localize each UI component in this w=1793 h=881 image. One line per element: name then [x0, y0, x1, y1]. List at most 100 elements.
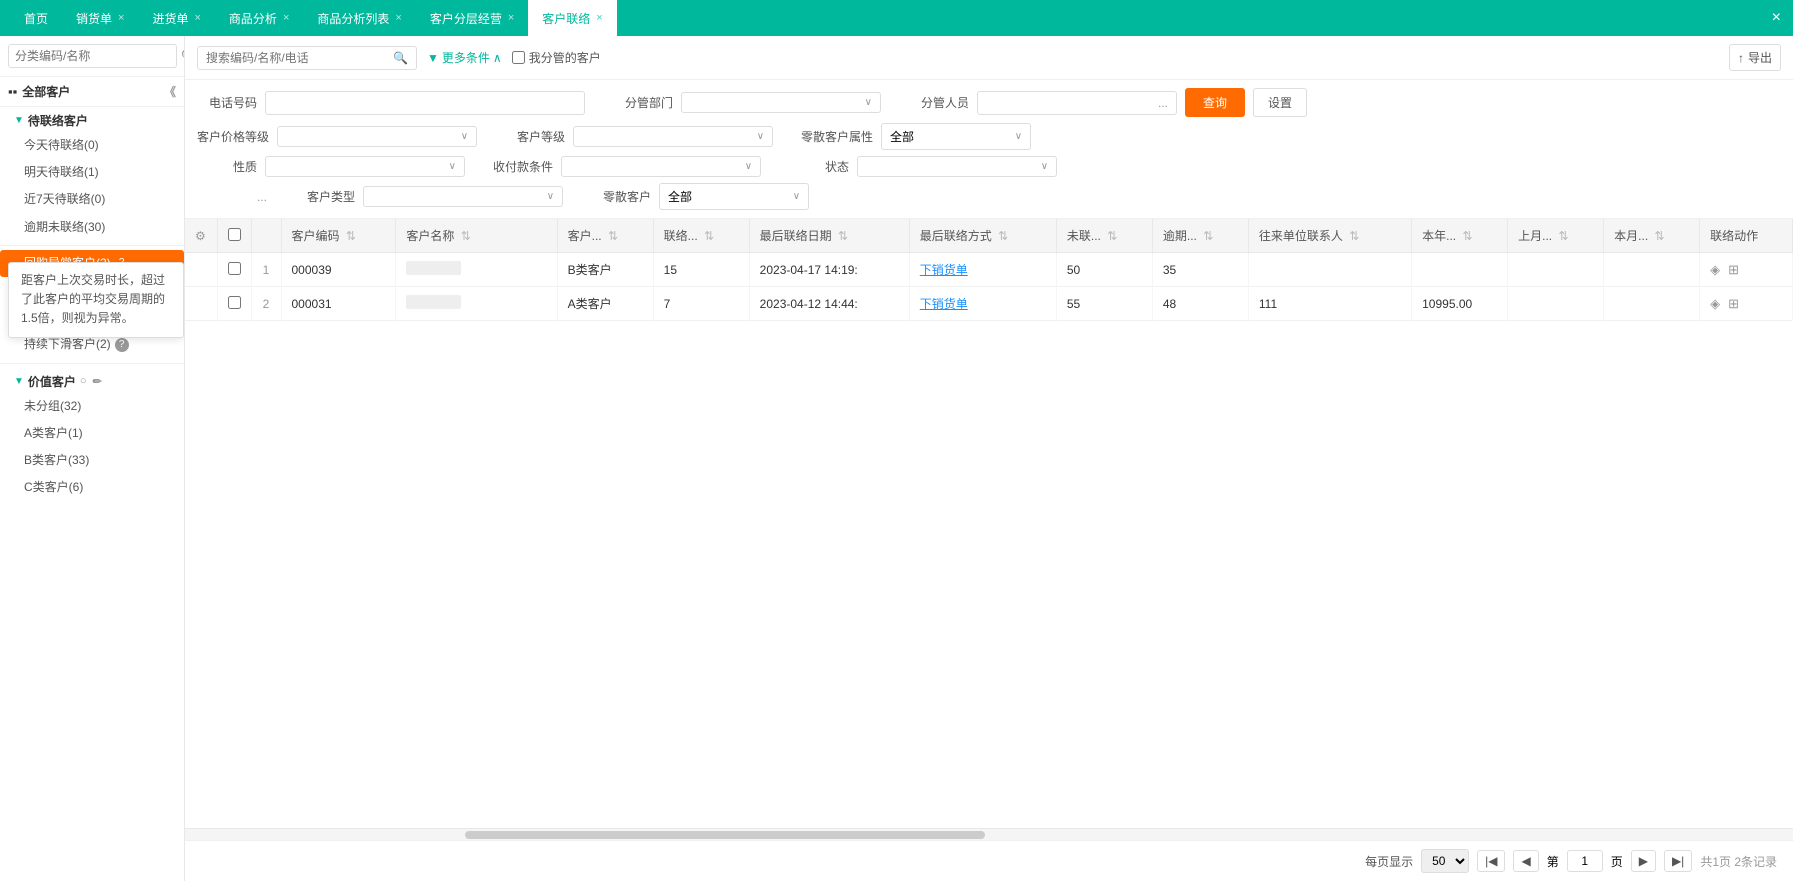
sort-icon[interactable]: ⇅: [1655, 229, 1665, 243]
nav-product-analysis-list[interactable]: 商品分析列表 ×: [303, 0, 415, 36]
sort-icon[interactable]: ⇅: [608, 229, 618, 243]
cell-overdue: 48: [1152, 287, 1248, 321]
select-all-checkbox[interactable]: [228, 228, 241, 241]
chevron-down-icon: ∨: [757, 131, 764, 142]
prev-page-button[interactable]: ◀: [1513, 850, 1538, 872]
scroll-thumb[interactable]: [465, 831, 985, 839]
filter-area: 电话号码 分管部门 ∨ 分管人员 ... 查询 设置 客户价格: [185, 80, 1793, 219]
search-input[interactable]: [206, 51, 393, 65]
sort-icon[interactable]: ⇅: [1349, 229, 1359, 243]
chevron-down-icon: ∨: [449, 161, 456, 172]
row-checkbox[interactable]: [228, 296, 241, 309]
collapse-icon[interactable]: 《: [164, 83, 176, 100]
sort-icon[interactable]: ⇅: [838, 229, 848, 243]
cell-not-contact: 50: [1056, 253, 1152, 287]
more-icon[interactable]: ⊞: [1728, 262, 1739, 278]
sidebar-divider: [0, 245, 184, 246]
sidebar-all-customers[interactable]: ▪▪ 全部客户 《: [0, 77, 184, 107]
sort-icon[interactable]: ⇅: [998, 229, 1008, 243]
my-customers-check[interactable]: [512, 51, 525, 64]
price-level-select[interactable]: ∨: [277, 126, 477, 147]
filter-row-3: 性质 ∨ 收付款条件 ∨ 状态 ∨: [197, 156, 1781, 177]
cell-settings: [185, 287, 217, 321]
chevron-down-icon: ∨: [1041, 161, 1048, 172]
sort-icon[interactable]: ⇅: [461, 229, 471, 243]
query-button[interactable]: 查询: [1185, 88, 1245, 117]
close-icon[interactable]: ×: [283, 12, 289, 24]
dept-select[interactable]: ∨: [681, 92, 881, 113]
sort-icon[interactable]: ⇅: [1559, 229, 1569, 243]
more-filters-dots[interactable]: ...: [257, 190, 267, 204]
nav-sales-order[interactable]: 销货单 ×: [62, 0, 138, 36]
filter-row-4: ... 客户类型 ∨ 零散客户 全部 ∨: [197, 183, 1781, 210]
status-select[interactable]: ∨: [857, 156, 1057, 177]
sort-icon[interactable]: ⇅: [1107, 229, 1117, 243]
sidebar-item-tomorrow-contact[interactable]: 明天待联络(1): [0, 159, 184, 186]
nav-purchase-order[interactable]: 进货单 ×: [138, 0, 214, 36]
more-icon[interactable]: ⊞: [1728, 296, 1739, 312]
sidebar-item-overdue-contact[interactable]: 逾期未联络(30): [0, 214, 184, 241]
sidebar-value-group[interactable]: ▼ 价值客户 ○ ✏: [0, 368, 184, 393]
customer-level-select[interactable]: ∨: [573, 126, 773, 147]
view-icon[interactable]: ◈: [1710, 262, 1720, 278]
contact-method-link[interactable]: 下销货单: [920, 263, 968, 277]
retail-customer-select[interactable]: 全部 ∨: [659, 183, 809, 210]
settings-icon[interactable]: ⚙: [195, 229, 206, 243]
view-icon[interactable]: ◈: [1710, 296, 1720, 312]
sort-icon[interactable]: ⇅: [1462, 229, 1472, 243]
nav-home[interactable]: 首页: [10, 0, 62, 36]
per-page-select[interactable]: 50: [1421, 849, 1469, 873]
cell-last-contact-date: 2023-04-12 14:44:: [749, 287, 909, 321]
nav-customer-contact[interactable]: 客户联络 ×: [528, 0, 616, 36]
phone-input[interactable]: [265, 91, 585, 115]
close-icon[interactable]: ×: [118, 12, 124, 24]
row-checkbox[interactable]: [228, 262, 241, 275]
payment-select[interactable]: ∨: [561, 156, 761, 177]
sidebar-group-pending-contact[interactable]: ▼ 待联络客户: [0, 107, 184, 132]
page-input[interactable]: [1567, 850, 1603, 872]
more-conditions-button[interactable]: ▼ 更多条件 ∧: [427, 49, 502, 66]
gender-select[interactable]: ∨: [265, 156, 465, 177]
th-last-month: 上月... ⇅: [1508, 219, 1604, 253]
horizontal-scrollbar[interactable]: [185, 828, 1793, 840]
first-page-button[interactable]: |◀: [1477, 850, 1505, 872]
cell-last-contact-date: 2023-04-17 14:19:: [749, 253, 909, 287]
top-navigation: 首页 销货单 × 进货单 × 商品分析 × 商品分析列表 × 客户分层经营 × …: [0, 0, 1793, 36]
edit-icon[interactable]: ✏: [93, 375, 102, 388]
th-settings: ⚙: [185, 219, 217, 253]
sort-icon[interactable]: ⇅: [704, 229, 714, 243]
sidebar-item-class-c[interactable]: C类客户(6): [0, 474, 184, 501]
sidebar-item-ungroup[interactable]: 未分组(32): [0, 393, 184, 420]
chevron-down-icon: ∨: [793, 191, 800, 202]
export-button[interactable]: ↑ 导出: [1729, 44, 1781, 71]
sidebar-item-class-b[interactable]: B类客户(33): [0, 447, 184, 474]
sidebar-item-class-a[interactable]: A类客户(1): [0, 420, 184, 447]
person-input[interactable]: ...: [977, 91, 1177, 115]
dots-icon[interactable]: ...: [1158, 96, 1168, 110]
close-icon[interactable]: ×: [596, 12, 602, 24]
search-icon[interactable]: 🔍: [181, 49, 185, 63]
nav-product-analysis[interactable]: 商品分析 ×: [215, 0, 303, 36]
th-contact: 联络... ⇅: [653, 219, 749, 253]
pagination: 每页显示 50 |◀ ◀ 第 页 ▶ ▶| 共1页 2条记录: [185, 840, 1793, 881]
filter-row-1: 电话号码 分管部门 ∨ 分管人员 ... 查询 设置: [197, 88, 1781, 117]
search-icon[interactable]: 🔍: [393, 51, 408, 65]
next-page-button[interactable]: ▶: [1631, 850, 1656, 872]
close-icon[interactable]: ×: [508, 12, 514, 24]
setting-button[interactable]: 设置: [1253, 88, 1307, 117]
close-window-button[interactable]: ×: [1772, 9, 1781, 27]
sort-icon[interactable]: ⇅: [1203, 229, 1213, 243]
sidebar-item-7days-contact[interactable]: 近7天待联络(0): [0, 186, 184, 213]
settings-icon[interactable]: ○: [80, 375, 87, 387]
last-page-button[interactable]: ▶|: [1664, 850, 1692, 872]
contact-method-link[interactable]: 下销货单: [920, 297, 968, 311]
retail-attr-select[interactable]: 全部 ∨: [881, 123, 1031, 150]
cell-this-month: [1604, 287, 1700, 321]
customer-type-select[interactable]: ∨: [363, 186, 563, 207]
category-search-input[interactable]: [8, 44, 177, 68]
close-icon[interactable]: ×: [194, 12, 200, 24]
nav-customer-segment[interactable]: 客户分层经营 ×: [416, 0, 528, 36]
close-icon[interactable]: ×: [395, 12, 401, 24]
sort-icon[interactable]: ⇅: [346, 229, 356, 243]
sidebar-item-today-contact[interactable]: 今天待联络(0): [0, 132, 184, 159]
